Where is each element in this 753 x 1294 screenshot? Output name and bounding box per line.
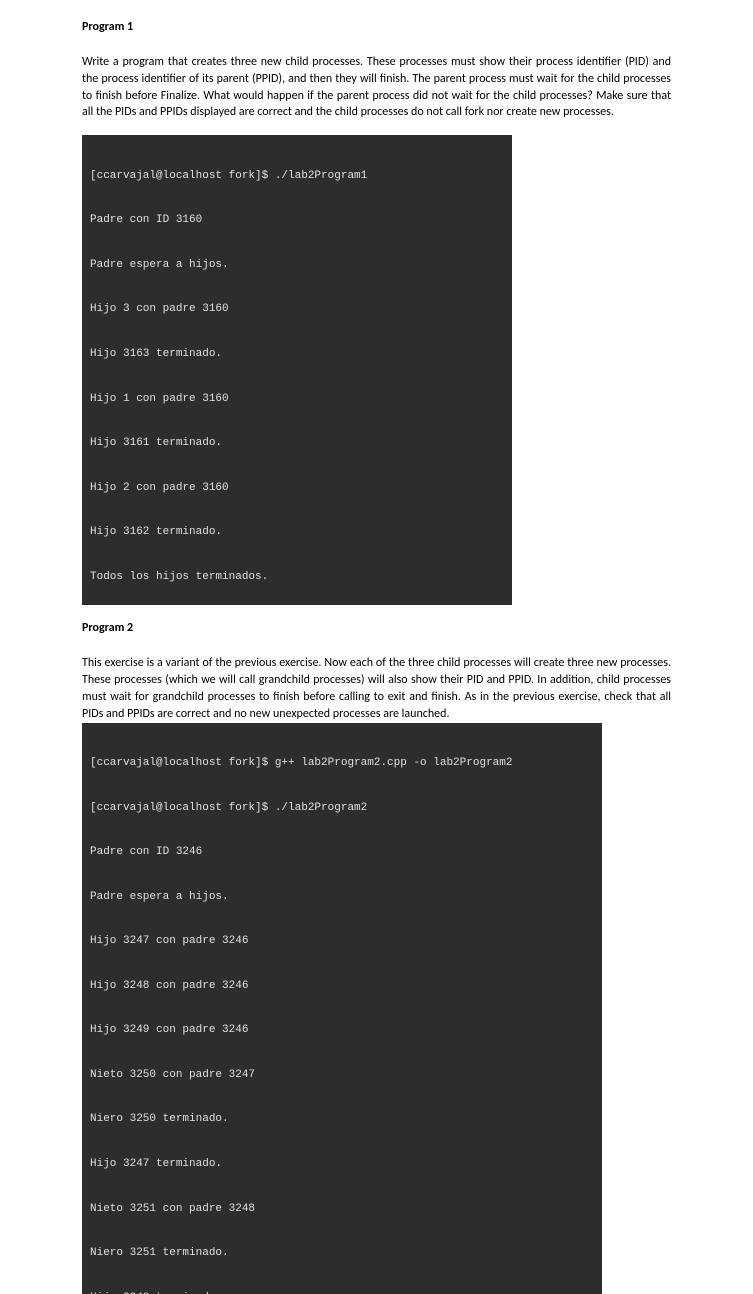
- terminal-line: Todos los hijos terminados.: [90, 570, 504, 585]
- terminal-line: [ccarvajal@localhost fork]$ g++ lab2Prog…: [90, 756, 594, 771]
- terminal-line: Hijo 3248 terminado.: [90, 1291, 594, 1294]
- program1-heading: Program 1: [82, 20, 671, 34]
- terminal-line: Padre espera a hijos.: [90, 258, 504, 273]
- program2-description: This exercise is a variant of the previo…: [82, 655, 671, 722]
- terminal-line: Hijo 2 con padre 3160: [90, 481, 504, 496]
- terminal-line: Nieto 3250 con padre 3247: [90, 1068, 594, 1083]
- terminal-line: Nieto 3251 con padre 3248: [90, 1202, 594, 1217]
- terminal-line: Hijo 3248 con padre 3246: [90, 979, 594, 994]
- terminal-line: Niero 3251 terminado.: [90, 1246, 594, 1261]
- terminal-line: Niero 3250 terminado.: [90, 1112, 594, 1127]
- terminal-line: Hijo 1 con padre 3160: [90, 392, 504, 407]
- program1-description: Write a program that creates three new c…: [82, 54, 671, 121]
- terminal-line: Hijo 3247 terminado.: [90, 1157, 594, 1172]
- terminal-line: Hijo 3161 terminado.: [90, 436, 504, 451]
- program1-terminal: [ccarvajal@localhost fork]$ ./lab2Progra…: [82, 135, 512, 605]
- terminal-line: [ccarvajal@localhost fork]$ ./lab2Progra…: [90, 169, 504, 184]
- terminal-line: Hijo 3 con padre 3160: [90, 302, 504, 317]
- program2-heading: Program 2: [82, 621, 671, 635]
- program2-terminal: [ccarvajal@localhost fork]$ g++ lab2Prog…: [82, 723, 602, 1294]
- terminal-line: Padre con ID 3246: [90, 845, 594, 860]
- terminal-line: Hijo 3162 terminado.: [90, 525, 504, 540]
- terminal-line: [ccarvajal@localhost fork]$ ./lab2Progra…: [90, 801, 594, 816]
- terminal-line: Hijo 3249 con padre 3246: [90, 1023, 594, 1038]
- terminal-line: Padre espera a hijos.: [90, 890, 594, 905]
- terminal-line: Hijo 3163 terminado.: [90, 347, 504, 362]
- terminal-line: Hijo 3247 con padre 3246: [90, 934, 594, 949]
- terminal-line: Padre con ID 3160: [90, 213, 504, 228]
